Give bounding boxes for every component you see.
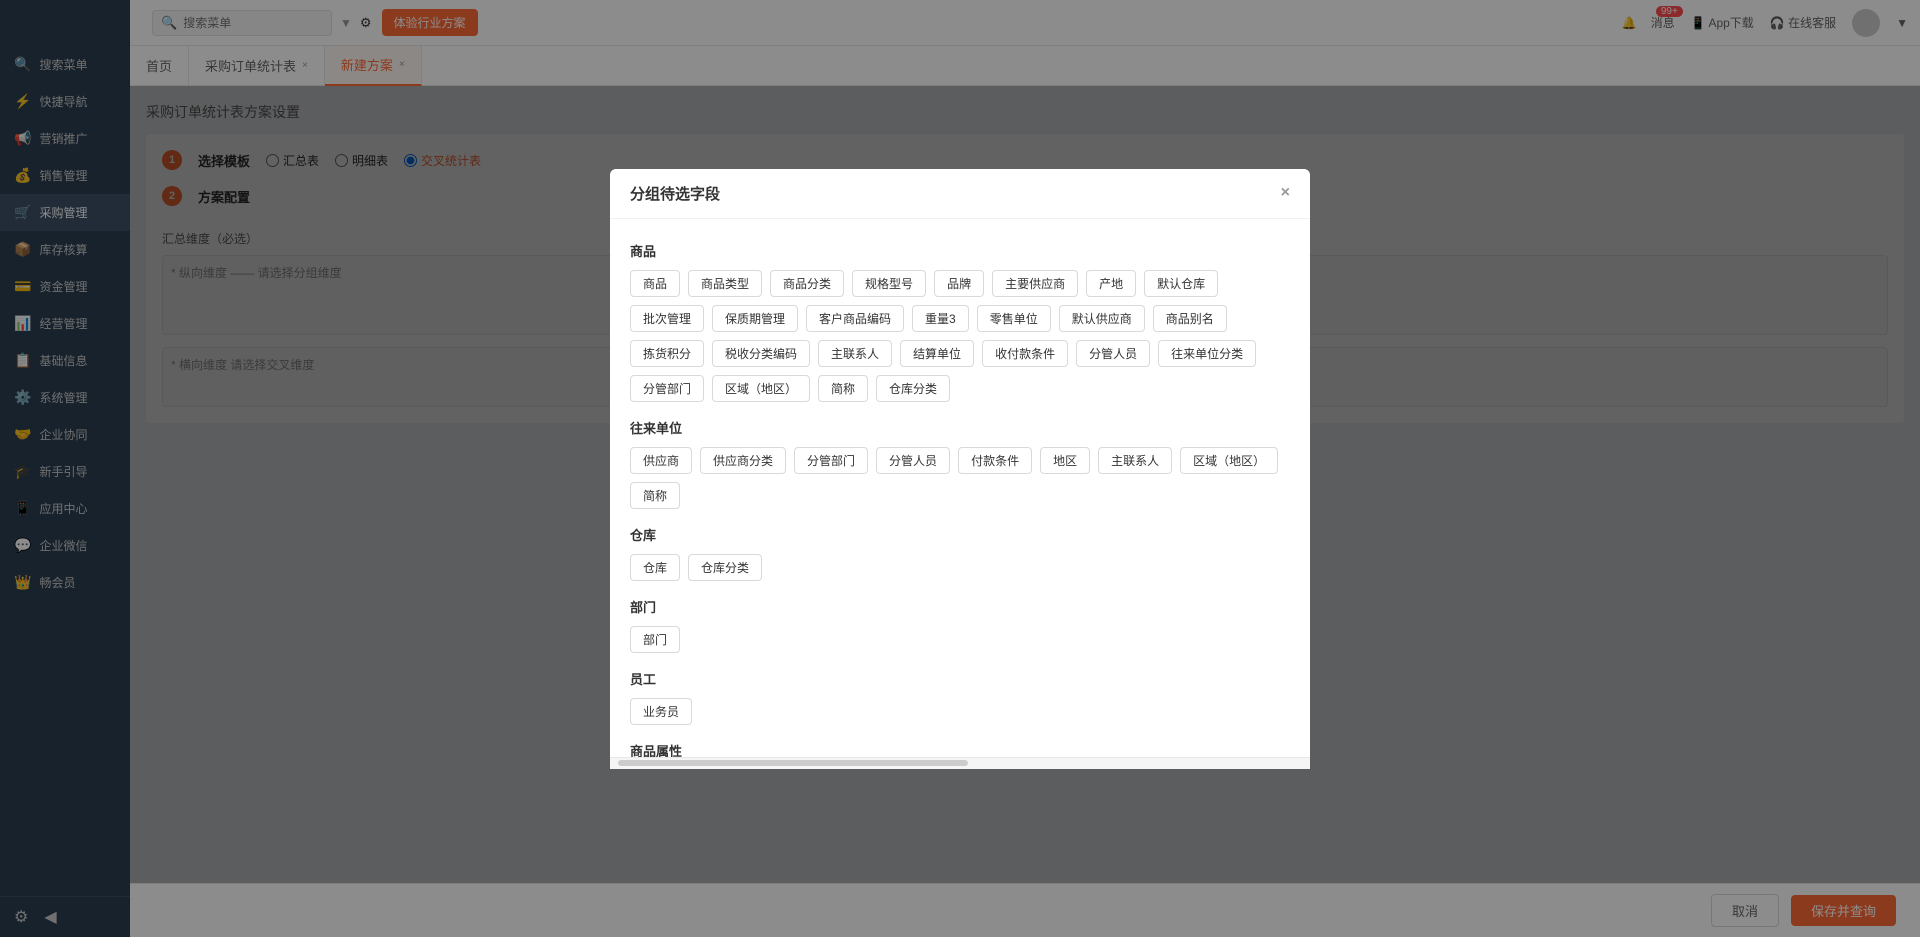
tag-goods-13[interactable]: 默认供应商 — [1059, 305, 1145, 332]
tag-goods-25[interactable]: 仓库分类 — [876, 375, 950, 402]
section-title-employee: 员工 — [630, 669, 1290, 688]
tag-goods-20[interactable]: 分管人员 — [1076, 340, 1150, 367]
tag-goods-18[interactable]: 结算单位 — [900, 340, 974, 367]
tag-group-employee: 业务员 — [630, 698, 1290, 725]
tag-goods-10[interactable]: 客户商品编码 — [806, 305, 904, 332]
tag-partner-1[interactable]: 供应商分类 — [700, 447, 786, 474]
tag-goods-2[interactable]: 商品分类 — [770, 270, 844, 297]
tag-goods-7[interactable]: 默认仓库 — [1144, 270, 1218, 297]
tag-goods-16[interactable]: 税收分类编码 — [712, 340, 810, 367]
tag-partner-8[interactable]: 简称 — [630, 482, 680, 509]
section-title-department: 部门 — [630, 597, 1290, 616]
tag-partner-7[interactable]: 区域（地区） — [1180, 447, 1278, 474]
tag-partner-3[interactable]: 分管人员 — [876, 447, 950, 474]
field-select-modal: 分组待选字段 × 商品商品商品类型商品分类规格型号品牌主要供应商产地默认仓库批次… — [610, 169, 1310, 769]
modal-body[interactable]: 商品商品商品类型商品分类规格型号品牌主要供应商产地默认仓库批次管理保质期管理客户… — [610, 219, 1310, 757]
tag-partner-2[interactable]: 分管部门 — [794, 447, 868, 474]
section-title-product_attr: 商品属性 — [630, 741, 1290, 757]
tag-partner-5[interactable]: 地区 — [1040, 447, 1090, 474]
tag-goods-15[interactable]: 拣货积分 — [630, 340, 704, 367]
tag-warehouse-1[interactable]: 仓库分类 — [688, 554, 762, 581]
tag-group-partner: 供应商供应商分类分管部门分管人员付款条件地区主联系人区域（地区） 简称 — [630, 447, 1290, 509]
tag-goods-24[interactable]: 简称 — [818, 375, 868, 402]
tag-partner-4[interactable]: 付款条件 — [958, 447, 1032, 474]
tag-goods-1[interactable]: 商品类型 — [688, 270, 762, 297]
tag-goods-5[interactable]: 主要供应商 — [992, 270, 1078, 297]
tag-warehouse-0[interactable]: 仓库 — [630, 554, 680, 581]
section-title-warehouse: 仓库 — [630, 525, 1290, 544]
tag-partner-0[interactable]: 供应商 — [630, 447, 692, 474]
modal-horizontal-scrollbar[interactable] — [610, 757, 1310, 769]
modal-overlay: 分组待选字段 × 商品商品商品类型商品分类规格型号品牌主要供应商产地默认仓库批次… — [0, 0, 1920, 937]
tag-goods-11[interactable]: 重量3 — [912, 305, 969, 332]
tag-goods-4[interactable]: 品牌 — [934, 270, 984, 297]
section-title-partner: 往来单位 — [630, 418, 1290, 437]
tag-goods-23[interactable]: 区域（地区） — [712, 375, 810, 402]
tag-goods-14[interactable]: 商品别名 — [1153, 305, 1227, 332]
tag-department-0[interactable]: 部门 — [630, 626, 680, 653]
tag-goods-21[interactable]: 往来单位分类 — [1158, 340, 1256, 367]
modal-close-button[interactable]: × — [1281, 184, 1290, 202]
tag-goods-17[interactable]: 主联系人 — [818, 340, 892, 367]
tag-goods-6[interactable]: 产地 — [1086, 270, 1136, 297]
tag-goods-19[interactable]: 收付款条件 — [982, 340, 1068, 367]
tag-group-goods: 商品商品类型商品分类规格型号品牌主要供应商产地默认仓库批次管理保质期管理客户商品… — [630, 270, 1290, 402]
tag-goods-12[interactable]: 零售单位 — [977, 305, 1051, 332]
tag-goods-22[interactable]: 分管部门 — [630, 375, 704, 402]
tag-employee-0[interactable]: 业务员 — [630, 698, 692, 725]
tag-group-department: 部门 — [630, 626, 1290, 653]
tag-goods-0[interactable]: 商品 — [630, 270, 680, 297]
tag-group-warehouse: 仓库仓库分类 — [630, 554, 1290, 581]
tag-partner-6[interactable]: 主联系人 — [1098, 447, 1172, 474]
tag-goods-8[interactable]: 批次管理 — [630, 305, 704, 332]
section-title-goods: 商品 — [630, 241, 1290, 260]
tag-goods-9[interactable]: 保质期管理 — [712, 305, 798, 332]
modal-header: 分组待选字段 × — [610, 169, 1310, 219]
modal-title: 分组待选字段 — [630, 183, 720, 204]
tag-goods-3[interactable]: 规格型号 — [852, 270, 926, 297]
